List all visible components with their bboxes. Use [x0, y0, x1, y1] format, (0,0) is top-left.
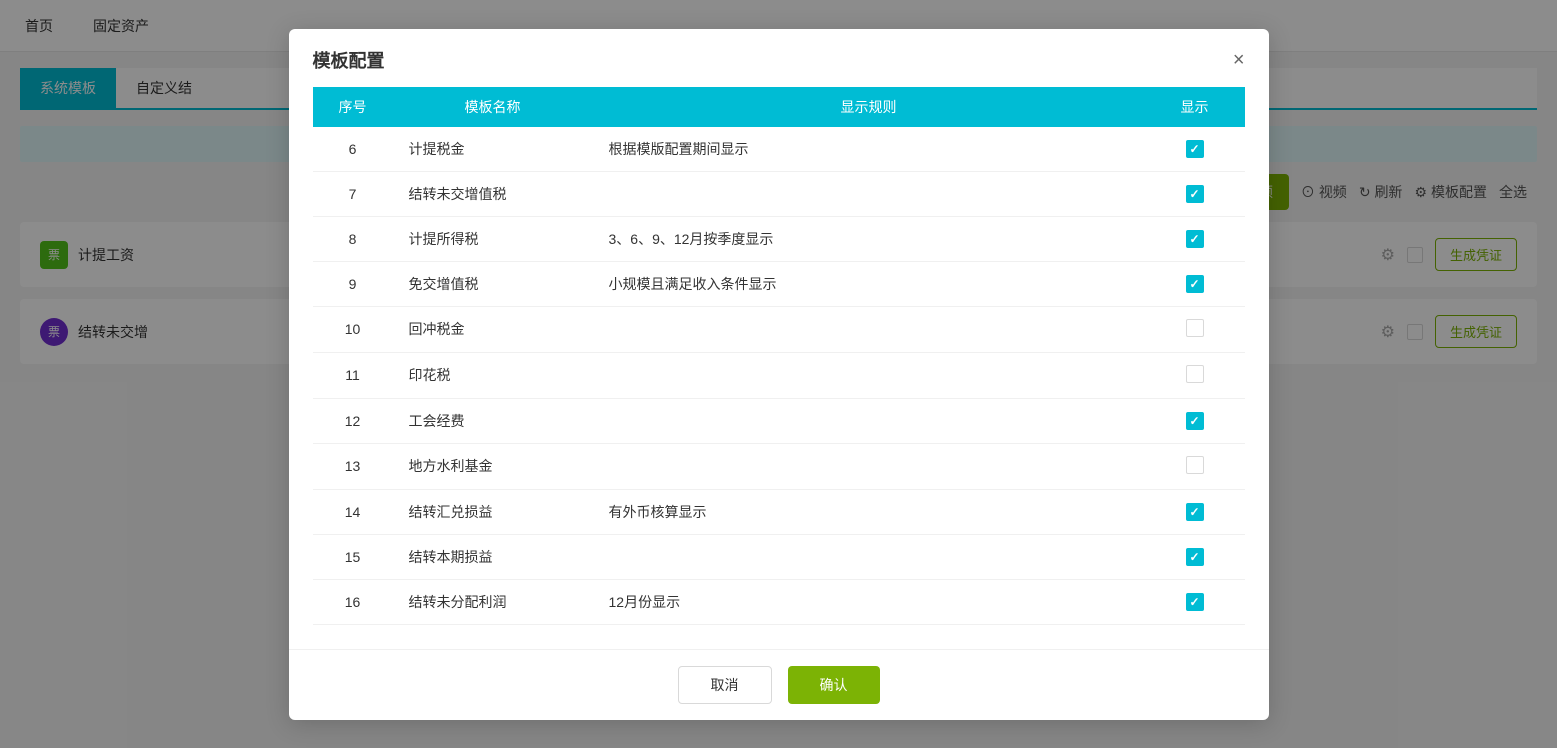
- table-row: 7结转未交增值税: [313, 171, 1245, 216]
- col-header-name: 模板名称: [393, 87, 593, 127]
- cell-rule: [593, 398, 1145, 443]
- cell-name: 结转本期损益: [393, 534, 593, 579]
- cell-name: 印花税: [393, 352, 593, 398]
- modal-footer: 取消 确认: [289, 649, 1269, 720]
- cell-seq: 14: [313, 489, 393, 534]
- checkbox-8[interactable]: [1186, 230, 1204, 248]
- cell-seq: 13: [313, 443, 393, 489]
- cell-seq: 9: [313, 261, 393, 306]
- cell-rule: 有外币核算显示: [593, 489, 1145, 534]
- table-row: 10回冲税金: [313, 306, 1245, 352]
- cell-checkbox: [1145, 398, 1245, 443]
- cell-name: 工会经费: [393, 398, 593, 443]
- table-row: 13地方水利基金: [313, 443, 1245, 489]
- cell-seq: 16: [313, 579, 393, 624]
- cell-name: 计提所得税: [393, 216, 593, 261]
- confirm-button[interactable]: 确认: [788, 666, 880, 704]
- cell-rule: 3、6、9、12月按季度显示: [593, 216, 1145, 261]
- cell-rule: [593, 443, 1145, 489]
- cell-rule: [593, 306, 1145, 352]
- col-header-show: 显示: [1145, 87, 1245, 127]
- cell-rule: 根据模版配置期间显示: [593, 127, 1145, 172]
- table-row: 14结转汇兑损益有外币核算显示: [313, 489, 1245, 534]
- checkbox-10[interactable]: [1186, 319, 1204, 337]
- checkbox-14[interactable]: [1186, 503, 1204, 521]
- cell-seq: 15: [313, 534, 393, 579]
- table-row: 8计提所得税3、6、9、12月按季度显示: [313, 216, 1245, 261]
- cell-name: 地方水利基金: [393, 443, 593, 489]
- checkbox-9[interactable]: [1186, 275, 1204, 293]
- checkbox-15[interactable]: [1186, 548, 1204, 566]
- cell-checkbox: [1145, 261, 1245, 306]
- table-body: 6计提税金根据模版配置期间显示7结转未交增值税8计提所得税3、6、9、12月按季…: [313, 127, 1245, 625]
- table-row: 11印花税: [313, 352, 1245, 398]
- col-header-seq: 序号: [313, 87, 393, 127]
- cell-rule: [593, 352, 1145, 398]
- modal-overlay: 模板配置 × 序号 模板名称 显示规则 显示 6计提税金根据模版配置期间显示7结…: [0, 0, 1557, 748]
- cell-name: 结转未分配利润: [393, 579, 593, 624]
- config-table: 序号 模板名称 显示规则 显示 6计提税金根据模版配置期间显示7结转未交增值税8…: [313, 87, 1245, 625]
- checkbox-12[interactable]: [1186, 412, 1204, 430]
- cell-seq: 8: [313, 216, 393, 261]
- cell-rule: 12月份显示: [593, 579, 1145, 624]
- modal-body: 序号 模板名称 显示规则 显示 6计提税金根据模版配置期间显示7结转未交增值税8…: [289, 87, 1269, 649]
- modal-title: 模板配置: [313, 47, 385, 73]
- table-header: 序号 模板名称 显示规则 显示: [313, 87, 1245, 127]
- checkbox-6[interactable]: [1186, 140, 1204, 158]
- cell-checkbox: [1145, 171, 1245, 216]
- cell-seq: 12: [313, 398, 393, 443]
- cell-rule: [593, 534, 1145, 579]
- cell-seq: 6: [313, 127, 393, 172]
- cell-rule: [593, 171, 1145, 216]
- cell-checkbox: [1145, 352, 1245, 398]
- table-row: 16结转未分配利润12月份显示: [313, 579, 1245, 624]
- cell-checkbox: [1145, 579, 1245, 624]
- cell-checkbox: [1145, 306, 1245, 352]
- cell-seq: 11: [313, 352, 393, 398]
- checkbox-11[interactable]: [1186, 365, 1204, 383]
- cell-checkbox: [1145, 127, 1245, 172]
- table-row: 6计提税金根据模版配置期间显示: [313, 127, 1245, 172]
- cell-rule: 小规模且满足收入条件显示: [593, 261, 1145, 306]
- cell-name: 结转未交增值税: [393, 171, 593, 216]
- modal-close-button[interactable]: ×: [1233, 50, 1245, 70]
- cancel-button[interactable]: 取消: [678, 666, 772, 704]
- modal-template-config: 模板配置 × 序号 模板名称 显示规则 显示 6计提税金根据模版配置期间显示7结…: [289, 29, 1269, 720]
- cell-seq: 7: [313, 171, 393, 216]
- cell-name: 结转汇兑损益: [393, 489, 593, 534]
- cell-checkbox: [1145, 216, 1245, 261]
- cell-checkbox: [1145, 534, 1245, 579]
- cell-checkbox: [1145, 489, 1245, 534]
- col-header-rule: 显示规则: [593, 87, 1145, 127]
- table-row: 12工会经费: [313, 398, 1245, 443]
- table-row: 9免交增值税小规模且满足收入条件显示: [313, 261, 1245, 306]
- cell-name: 回冲税金: [393, 306, 593, 352]
- cell-checkbox: [1145, 443, 1245, 489]
- cell-seq: 10: [313, 306, 393, 352]
- cell-name: 计提税金: [393, 127, 593, 172]
- modal-header: 模板配置 ×: [289, 29, 1269, 87]
- checkbox-16[interactable]: [1186, 593, 1204, 611]
- table-row: 15结转本期损益: [313, 534, 1245, 579]
- cell-name: 免交增值税: [393, 261, 593, 306]
- checkbox-7[interactable]: [1186, 185, 1204, 203]
- checkbox-13[interactable]: [1186, 456, 1204, 474]
